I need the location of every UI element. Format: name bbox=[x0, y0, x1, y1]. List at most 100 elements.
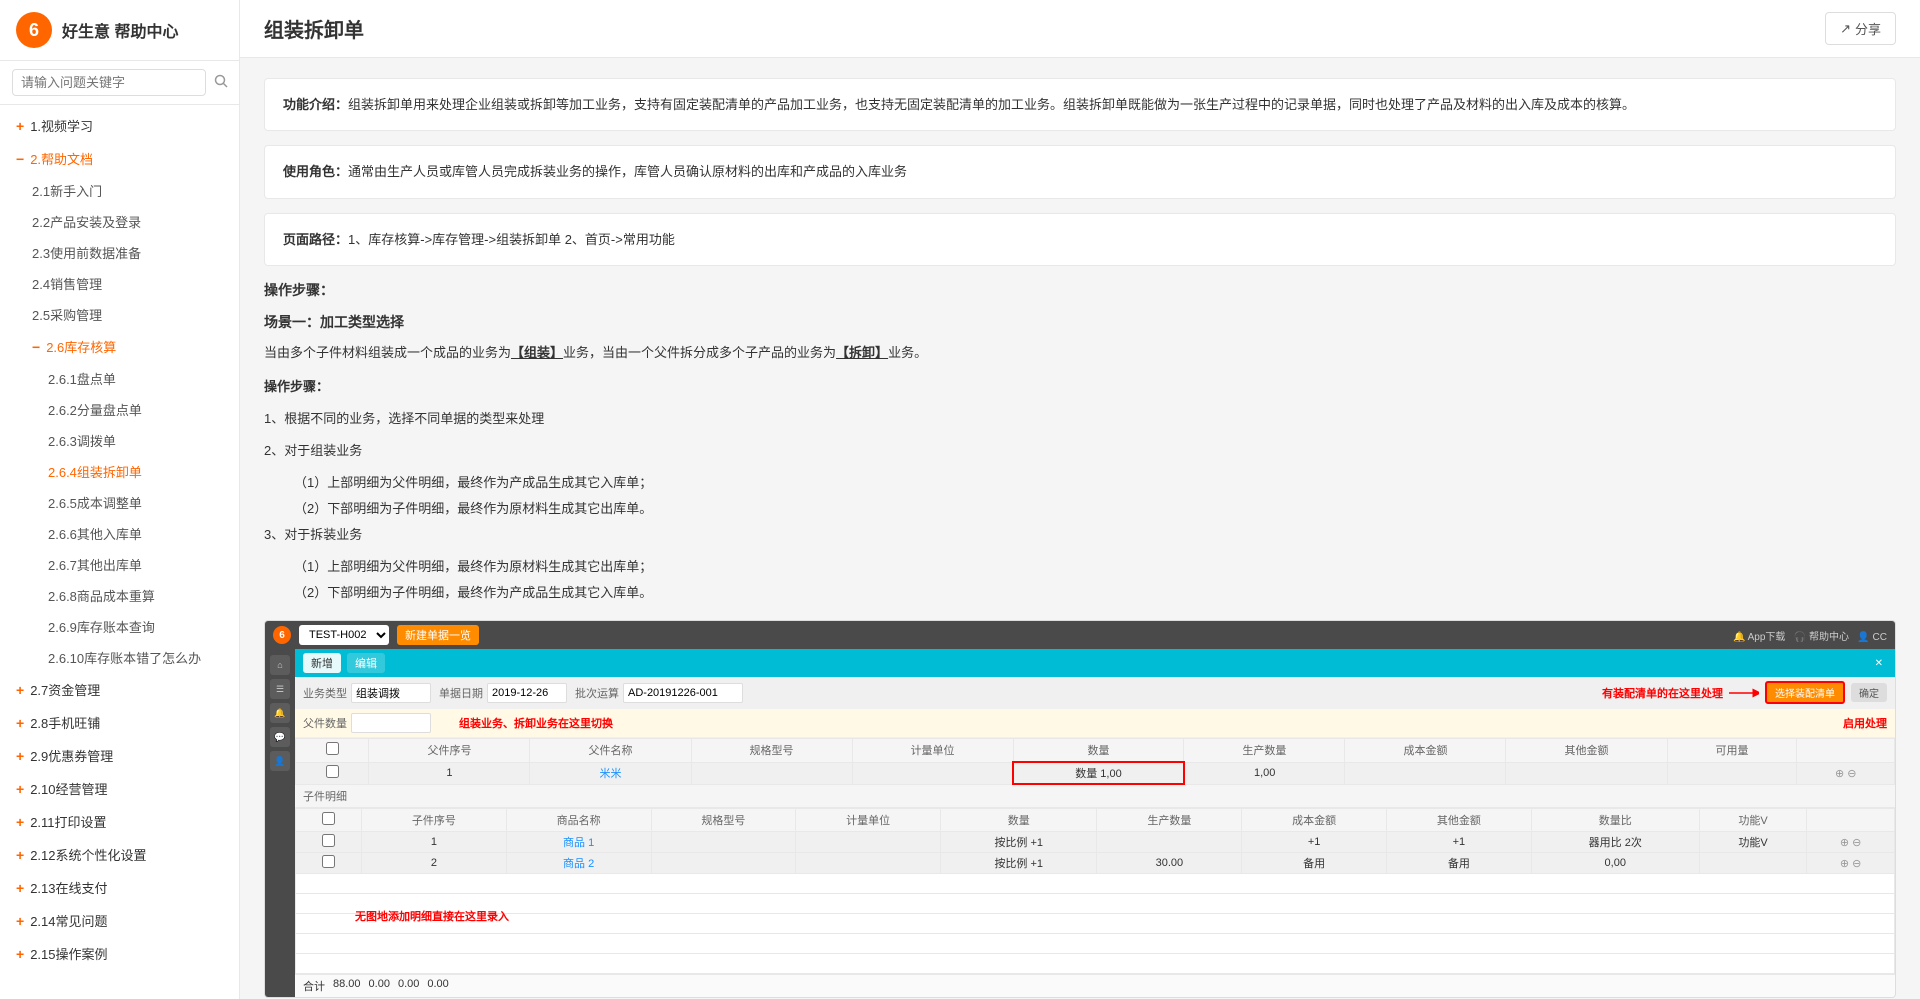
mock-td-cost bbox=[1345, 762, 1506, 784]
sidebar-item-coupon[interactable]: + 2.9优惠券管理 bbox=[0, 739, 239, 772]
sidebar-item-ops-mgmt[interactable]: + 2.10经营管理 bbox=[0, 772, 239, 805]
sidebar-item-ledger-fix[interactable]: 2.6.10库存账本错了怎么办 bbox=[0, 642, 239, 673]
mock-th2-checkbox[interactable] bbox=[322, 812, 335, 825]
search-button[interactable] bbox=[210, 70, 232, 95]
expand-icon: + bbox=[16, 118, 24, 134]
sidebar-item-sales[interactable]: 2.4销售管理 bbox=[0, 268, 239, 299]
page-title: 组装拆卸单 bbox=[264, 14, 364, 43]
step3-sub2: （2）下部明细为子件明细，最终作为产成品生成其它入库单。 bbox=[294, 580, 1896, 606]
app-title: 好生意 帮助中心 bbox=[62, 18, 178, 42]
mock-total-2: 0.00 bbox=[369, 978, 390, 994]
mock-qty-input[interactable] bbox=[351, 713, 431, 733]
mock-sidebar-icon-bell: 🔔 bbox=[270, 703, 290, 723]
mock-td2-name2: 商品 2 bbox=[506, 853, 651, 874]
mock-field-batch: 批次运算 bbox=[575, 683, 743, 703]
mock-td2-name: 商品 1 bbox=[506, 832, 651, 853]
sidebar-item-mobile[interactable]: + 2.8手机旺铺 bbox=[0, 706, 239, 739]
sidebar-item-inventory[interactable]: − 2.6库存核算 bbox=[0, 330, 239, 363]
mock-th-parent-name: 父件名称 bbox=[530, 739, 691, 763]
mock-th2-name: 商品名称 bbox=[506, 809, 651, 832]
sidebar-item-data-prep[interactable]: 2.3使用前数据准备 bbox=[0, 237, 239, 268]
mock-td2-spec bbox=[651, 832, 796, 853]
sidebar-item-faq[interactable]: + 2.14常见问题 bbox=[0, 904, 239, 937]
sidebar-item-cases[interactable]: + 2.15操作案例 bbox=[0, 937, 239, 970]
mock-th-qty: 数量 bbox=[1013, 739, 1184, 763]
sidebar-item-purchase[interactable]: 2.5采购管理 bbox=[0, 299, 239, 330]
mock-select-bom-btn[interactable]: 选择装配清单 bbox=[1765, 681, 1845, 704]
mock-row2-actions: ⊕ ⊖ bbox=[1840, 837, 1862, 849]
sidebar-item-beginner[interactable]: 2.1新手入门 bbox=[0, 175, 239, 206]
mock-table-wrapper-2: 子件序号 商品名称 规格型号 计量单位 数量 生产数量 成本金额 其他金额 数量 bbox=[295, 808, 1895, 974]
sidebar-item-install[interactable]: 2.2产品安装及登录 bbox=[0, 206, 239, 237]
sidebar-item-settings[interactable]: + 2.12系统个性化设置 bbox=[0, 838, 239, 871]
expand-icon: + bbox=[16, 913, 24, 929]
sidebar-item-stocktake[interactable]: 2.6.1盘点单 bbox=[0, 363, 239, 394]
mock-batch-input[interactable] bbox=[623, 683, 743, 703]
sidebar-item-inventory-ledger[interactable]: 2.6.9库存账本查询 bbox=[0, 611, 239, 642]
mock-row-check[interactable] bbox=[326, 765, 339, 778]
mock-td-spec bbox=[691, 762, 852, 784]
step3: 3、对于拆装业务 bbox=[264, 522, 1896, 548]
sidebar-item-label: 2.帮助文档 bbox=[30, 149, 93, 168]
mock-row-actions: ⊕ ⊖ bbox=[1835, 768, 1857, 780]
mock-tab-new[interactable]: 新增 bbox=[303, 653, 341, 673]
mock-tab-edit[interactable]: 编辑 bbox=[347, 653, 385, 673]
mock-date-label: 单据日期 bbox=[439, 685, 483, 701]
sidebar-item-transfer[interactable]: 2.6.3调拨单 bbox=[0, 425, 239, 456]
sidebar-item-inbound[interactable]: 2.6.6其他入库单 bbox=[0, 518, 239, 549]
mock-confirm-btn[interactable]: 确定 bbox=[1851, 683, 1887, 702]
sidebar-item-finance[interactable]: + 2.7资金管理 bbox=[0, 673, 239, 706]
mock-type-input[interactable] bbox=[351, 683, 431, 703]
mock-td2-unit2 bbox=[796, 853, 941, 874]
sidebar-item-cost-adj[interactable]: 2.6.5成本调整单 bbox=[0, 487, 239, 518]
mock-batch-label: 批次运算 bbox=[575, 685, 619, 701]
sidebar-item-cost-recalc[interactable]: 2.6.8商品成本重算 bbox=[0, 580, 239, 611]
share-button[interactable]: ↗ 分享 bbox=[1825, 12, 1896, 45]
expand-icon: + bbox=[16, 748, 24, 764]
sidebar-item-label: 2.9优惠券管理 bbox=[30, 746, 113, 765]
expand-icon: + bbox=[16, 946, 24, 962]
sidebar-item-batch-stock[interactable]: 2.6.2分量盘点单 bbox=[0, 394, 239, 425]
mock-th-check[interactable] bbox=[326, 742, 339, 755]
mock-th2-qty: 数量 bbox=[941, 809, 1097, 832]
step3-sub1: （1）上部明细为父件明细，最终作为原材料生成其它出库单； bbox=[294, 554, 1896, 580]
mock-type-label: 业务类型 bbox=[303, 685, 347, 701]
path-block: 页面路径：1、库存核算->库存管理->组装拆卸单 2、首页->常用功能 bbox=[264, 213, 1896, 266]
sidebar-item-outbound[interactable]: 2.6.7其他出库单 bbox=[0, 549, 239, 580]
mock-company-select[interactable]: TEST-H002 bbox=[299, 625, 389, 645]
main-content: 组装拆卸单 ↗ 分享 功能介绍：组装拆卸单用来处理企业组装或拆卸等加工业务，支持… bbox=[240, 0, 1920, 999]
nav-section: + 1.视频学习 − 2.帮助文档 2.1新手入门 2.2产品安装及登录 2.3… bbox=[0, 105, 239, 974]
role-text: 通常由生产人员或库管人员完成拆装业务的操作，库管人员确认原材料的出库和产成品的入… bbox=[348, 164, 907, 179]
sidebar-item-video[interactable]: + 1.视频学习 bbox=[0, 109, 239, 142]
search-input[interactable] bbox=[12, 69, 206, 96]
expand-icon: + bbox=[16, 682, 24, 698]
mock-content-wrapper: ⌂ ☰ 🔔 💬 👤 新增 编辑 ✕ bbox=[265, 649, 1895, 997]
table-row bbox=[296, 934, 1895, 954]
annotation-text-3: 启用处理 bbox=[1843, 715, 1887, 731]
mock-th-other: 其他金额 bbox=[1506, 739, 1667, 763]
sidebar-item-label: 2.15操作案例 bbox=[30, 944, 107, 963]
mock-td2-ratio2: 0,00 bbox=[1531, 853, 1699, 874]
mock-empty-row3 bbox=[296, 874, 1895, 894]
table-row bbox=[296, 894, 1895, 914]
path-label: 页面路径： bbox=[283, 232, 348, 247]
expand-icon: + bbox=[16, 715, 24, 731]
sidebar-item-payment[interactable]: + 2.13在线支付 bbox=[0, 871, 239, 904]
mock-sidebar-icon-user: 👤 bbox=[270, 751, 290, 771]
sidebar-item-assembly[interactable]: 2.6.4组装拆卸单 bbox=[0, 456, 239, 487]
sidebar-item-print[interactable]: + 2.11打印设置 bbox=[0, 805, 239, 838]
mock-new-btn[interactable]: 新建单据一览 bbox=[397, 625, 479, 645]
sidebar-item-docs[interactable]: − 2.帮助文档 bbox=[0, 142, 239, 175]
mock-empty-row7 bbox=[296, 954, 1895, 974]
mock-total-4: 0.00 bbox=[427, 978, 448, 994]
mock-td2-checkbox[interactable] bbox=[322, 834, 335, 847]
table-row: 1 米米 数量 1,00 1,00 bbox=[296, 762, 1895, 784]
mock-td2-check bbox=[296, 832, 362, 853]
mock-td2-spec2 bbox=[651, 853, 796, 874]
mock-td2-func2 bbox=[1699, 853, 1807, 874]
mock-td-qty: 数量 1,00 bbox=[1013, 762, 1184, 784]
mock-td2-act2: ⊕ ⊖ bbox=[1807, 853, 1895, 874]
path-text: 1、库存核算->库存管理->组装拆卸单 2、首页->常用功能 bbox=[348, 232, 675, 247]
mock-td2-checkbox2[interactable] bbox=[322, 855, 335, 868]
mock-date-input[interactable] bbox=[487, 683, 567, 703]
